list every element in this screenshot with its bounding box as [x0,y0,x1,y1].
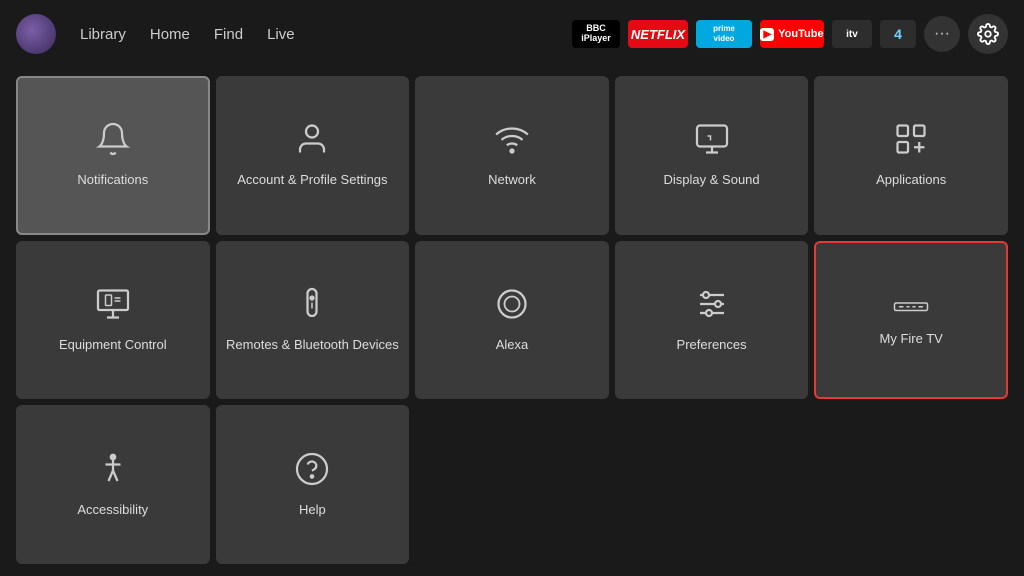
alexa-label: Alexa [496,337,529,354]
settings-grid: Notifications Account & Profile Settings… [0,68,1024,576]
app-prime[interactable]: primevideo [696,20,752,48]
grid-item-network[interactable]: Network [415,76,609,235]
firetv-icon [893,293,929,321]
notifications-label: Notifications [77,172,148,189]
grid-item-myfiretv[interactable]: My Fire TV [814,241,1008,400]
app-netflix[interactable]: NETFLIX [628,20,688,48]
accessibility-label: Accessibility [77,502,148,519]
network-label: Network [488,172,536,189]
applications-label: Applications [876,172,946,189]
nav-home[interactable]: Home [150,26,190,43]
preferences-label: Preferences [677,337,747,354]
equipment-label: Equipment Control [59,337,167,354]
monitor-icon [95,286,131,327]
wifi-icon [494,121,530,162]
nav-library[interactable]: Library [80,26,126,43]
grid-item-remotes[interactable]: Remotes & Bluetooth Devices [216,241,410,400]
sliders-icon [694,286,730,327]
settings-button[interactable] [968,14,1008,54]
grid-item-account[interactable]: Account & Profile Settings [216,76,410,235]
nav-find[interactable]: Find [214,26,243,43]
help-label: Help [299,502,326,519]
grid-item-applications[interactable]: Applications [814,76,1008,235]
display-icon [694,121,730,162]
top-nav: Library Home Find Live BBCiPlayer NETFLI… [0,0,1024,68]
help-icon [294,451,330,492]
account-label: Account & Profile Settings [237,172,387,189]
app-bbc[interactable]: BBCiPlayer [572,20,620,48]
user-avatar[interactable] [16,14,56,54]
grid-item-notifications[interactable]: Notifications [16,76,210,235]
grid-item-alexa[interactable]: Alexa [415,241,609,400]
app-shortcuts: BBCiPlayer NETFLIX primevideo ▶ YouTube … [572,14,1008,54]
person-icon [294,121,330,162]
display-sound-label: Display & Sound [664,172,760,189]
grid-item-preferences[interactable]: Preferences [615,241,809,400]
remote-icon [294,286,330,327]
grid-item-display-sound[interactable]: Display & Sound [615,76,809,235]
apps-icon [893,121,929,162]
grid-item-help[interactable]: Help [216,405,410,564]
nav-live[interactable]: Live [267,26,295,43]
app-youtube[interactable]: ▶ YouTube [760,20,824,48]
accessibility-icon [95,451,131,492]
alexa-icon [494,286,530,327]
app-itv[interactable]: itv [832,20,872,48]
myfiretv-label: My Fire TV [880,331,943,348]
app-ch4[interactable]: 4 [880,20,916,48]
grid-item-accessibility[interactable]: Accessibility [16,405,210,564]
grid-item-equipment[interactable]: Equipment Control [16,241,210,400]
nav-links: Library Home Find Live [80,26,295,43]
more-apps-button[interactable]: ··· [924,16,960,52]
bell-icon [95,121,131,162]
remotes-label: Remotes & Bluetooth Devices [226,337,399,354]
